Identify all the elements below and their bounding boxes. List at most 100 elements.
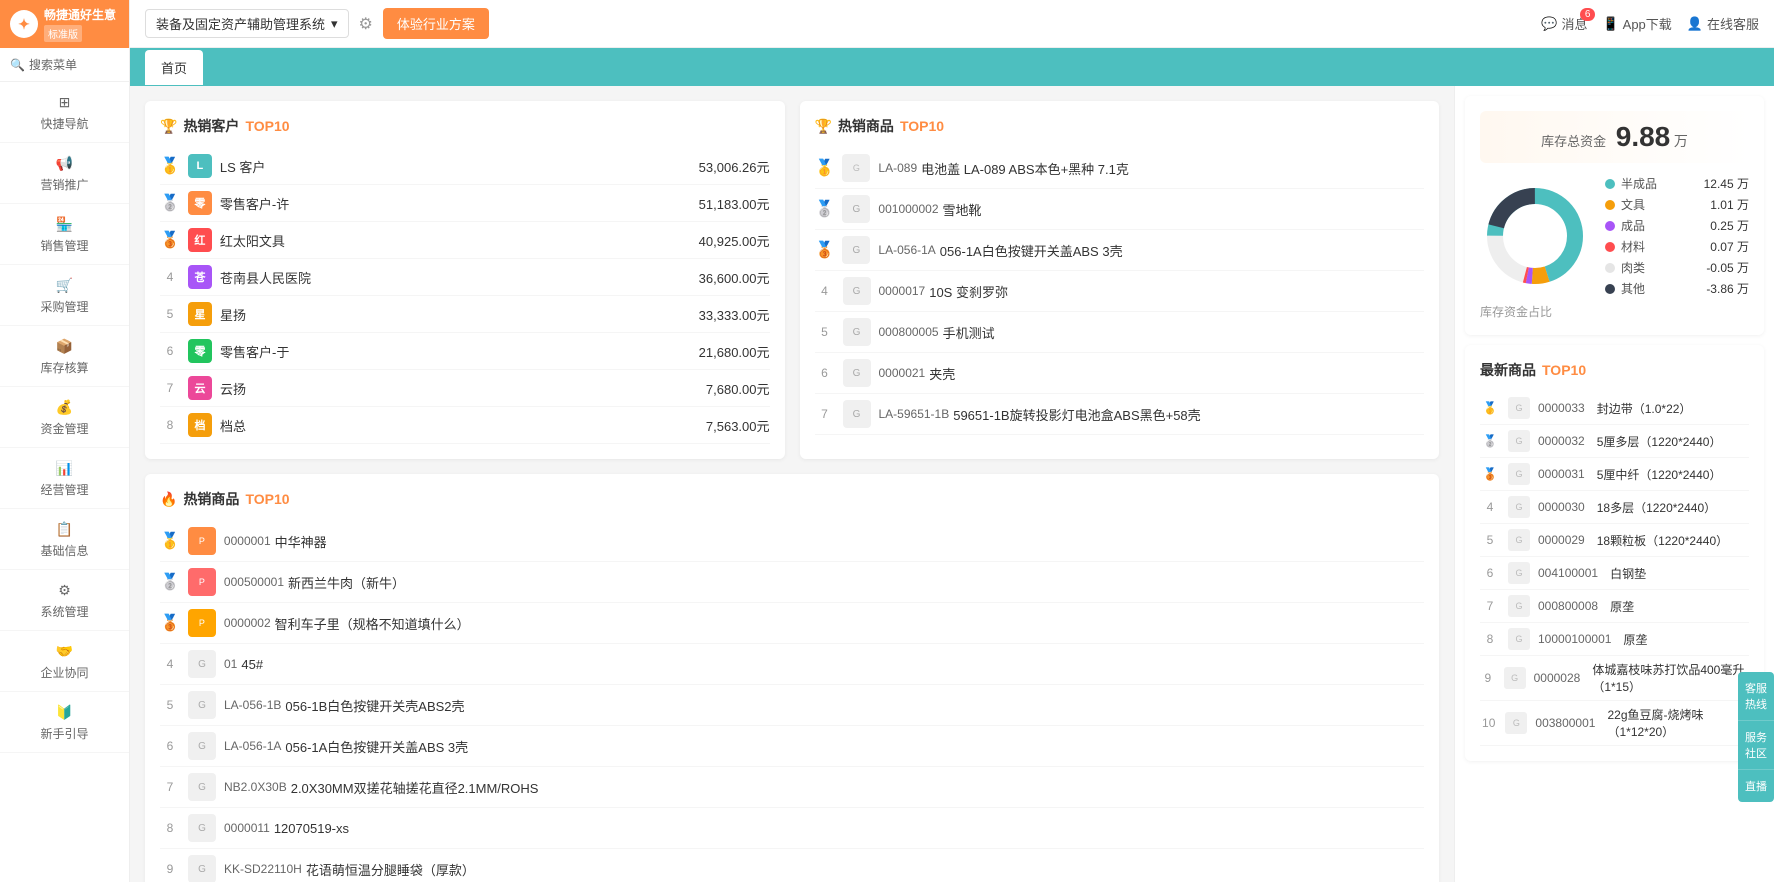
sidebar: ✦ 畅捷通好生意 标准版 🔍 搜索菜单 ⊞ 快捷导航 📢 营销推广 🏪 销售管理… — [0, 0, 130, 882]
sidebar-item-label: 快捷导航 — [40, 115, 88, 132]
rank-medal-1: 🥇 — [160, 156, 180, 176]
product-img: G — [843, 400, 871, 428]
product-name: 新西兰牛肉（新牛） — [288, 573, 405, 592]
sidebar-search[interactable]: 🔍 搜索菜单 — [0, 48, 129, 82]
product-name: 中华神器 — [275, 532, 327, 551]
product-img: G — [188, 691, 216, 719]
customer-service-btn[interactable]: 👤 在线客服 — [1687, 14, 1759, 33]
product-img: G — [188, 855, 216, 882]
tab-home-label: 首页 — [161, 61, 187, 76]
trial-btn[interactable]: 体验行业方案 — [383, 8, 489, 39]
float-btn-service[interactable]: 客服热线 — [1738, 672, 1774, 721]
logo-badge: 标准版 — [44, 25, 82, 42]
legend-value: 0.25 万 — [1710, 217, 1749, 234]
product-name: 电池盖 LA-089 ABS本色+黑种 7.1克 — [921, 159, 1129, 178]
rank-medal: 🥇 — [160, 531, 180, 551]
float-buttons: 客服热线 服务社区 直播 — [1738, 672, 1774, 802]
sidebar-item-sales[interactable]: 🏪 销售管理 — [0, 204, 129, 265]
tab-home[interactable]: 首页 — [145, 50, 203, 85]
sidebar-item-purchase[interactable]: 🛒 采购管理 — [0, 265, 129, 326]
rank-num: 6 — [160, 739, 180, 753]
rank-medal: 🥈 — [160, 572, 180, 592]
rank-num: 4 — [160, 657, 180, 671]
sidebar-item-marketing[interactable]: 📢 营销推广 — [0, 143, 129, 204]
customer-amount: 33,333.00元 — [699, 305, 770, 324]
sidebar-item-basic[interactable]: 📋 基础信息 — [0, 509, 129, 570]
float-btn-community[interactable]: 服务社区 — [1738, 721, 1774, 770]
product-code: 01 — [224, 657, 237, 671]
system-select[interactable]: 装备及固定资产辅助管理系统 ▾ — [145, 9, 349, 38]
product-info: 0000021 夹壳 — [879, 364, 1425, 383]
newest-img: G — [1508, 496, 1530, 518]
sidebar-logo: ✦ 畅捷通好生意 标准版 — [0, 0, 129, 48]
customer-avatar: 星 — [188, 302, 212, 326]
newest-name: 18颗粒板（1220*2440） — [1597, 532, 1728, 549]
newest-rank: 8 — [1480, 632, 1500, 646]
product-name: 12070519-xs — [274, 821, 349, 836]
newest-list: 🥇 G 0000033 封边带（1.0*22） 🥈 G 0000032 5厘多层… — [1480, 392, 1749, 746]
product-name: 10S 变刹罗弥 — [929, 282, 1008, 301]
legend-item: 文具 1.01 万 — [1605, 196, 1749, 213]
sidebar-item-label: 经营管理 — [40, 481, 88, 498]
legend-dot — [1605, 221, 1615, 231]
legend-dot — [1605, 284, 1615, 294]
newest-rank: 🥈 — [1480, 434, 1500, 448]
sales-icon: 🏪 — [55, 214, 75, 234]
customer-row: 4 苍 苍南县人民医院 36,600.00元 — [160, 259, 770, 296]
customer-name: 云扬 — [220, 379, 698, 398]
sidebar-item-operation[interactable]: 📊 经营管理 — [0, 448, 129, 509]
logo-icon: ✦ — [10, 10, 38, 38]
newest-name: 原垄 — [1623, 631, 1647, 648]
product-info: 0000002 智利车子里（规格不知道填什么） — [224, 614, 1424, 633]
customer-amount: 51,183.00元 — [699, 194, 770, 213]
newest-row: 🥉 G 0000031 5厘中纤（1220*2440） — [1480, 458, 1749, 491]
hot-title-text: 热销商品 — [183, 489, 239, 509]
sidebar-item-quick-nav[interactable]: ⊞ 快捷导航 — [0, 82, 129, 143]
customer-name: 苍南县人民医院 — [220, 268, 691, 287]
rank-num: 5 — [160, 307, 180, 321]
inventory-total-value: 9.88 — [1616, 121, 1671, 152]
product-row: 5 G 000800005 手机测试 — [815, 312, 1425, 353]
product-name: 智利车子里（规格不知道填什么） — [275, 614, 470, 633]
main-panel: 🏆 热销客户 TOP10 🥇 L LS 客户 53,006.26元 — [130, 86, 1454, 882]
float-btn-live[interactable]: 直播 — [1738, 770, 1774, 802]
product-row: 7 G LA-59651-1B 59651-1B旋转投影灯电池盒ABS黑色+58… — [815, 394, 1425, 435]
product-img: G — [188, 650, 216, 678]
app-download-btn[interactable]: 📱 App下载 — [1602, 14, 1671, 33]
sidebar-item-cooperation[interactable]: 🤝 企业协同 — [0, 631, 129, 692]
rank-num: 5 — [815, 325, 835, 339]
customer-avatar: L — [188, 154, 212, 178]
sidebar-item-label: 销售管理 — [40, 237, 88, 254]
product-info: 001000002 雪地靴 — [878, 200, 1424, 219]
product-row: 🥉 G LA-056-1A 056-1A白色按键开关盖ABS 3壳 — [815, 230, 1425, 271]
sidebar-item-guide[interactable]: 🔰 新手引导 — [0, 692, 129, 753]
newest-rank: 6 — [1480, 566, 1500, 580]
product-info: LA-089 电池盖 LA-089 ABS本色+黑种 7.1克 — [878, 159, 1424, 178]
donut-svg — [1480, 181, 1590, 291]
product-row: 5 G LA-056-1B 056-1B白色按键开关壳ABS2壳 — [160, 685, 1424, 726]
product-info: 01 45# — [224, 657, 1424, 672]
chevron-down-icon: ▾ — [331, 16, 338, 32]
message-btn[interactable]: 💬 消息 6 — [1541, 14, 1587, 33]
product-ranked-title: 🏆 热销商品 TOP10 — [815, 116, 1425, 136]
legend-name: 肉类 — [1621, 259, 1700, 276]
newest-rank: 4 — [1480, 500, 1500, 514]
newest-code: 003800001 — [1535, 716, 1595, 730]
sidebar-item-inventory[interactable]: 📦 库存核算 — [0, 326, 129, 387]
legend-name: 成品 — [1621, 217, 1704, 234]
product-code: LA-056-1A — [224, 739, 281, 753]
main-wrapper: 装备及固定资产辅助管理系统 ▾ ⚙ 体验行业方案 💬 消息 6 📱 App下载 … — [130, 0, 1774, 882]
settings-icon[interactable]: ⚙ — [359, 14, 373, 34]
product-code: 0000011 — [224, 821, 270, 835]
cooperation-icon: 🤝 — [55, 641, 75, 661]
customer-amount: 7,680.00元 — [706, 379, 770, 398]
newest-img: G — [1508, 529, 1530, 551]
sidebar-item-finance[interactable]: 💰 资金管理 — [0, 387, 129, 448]
product-code: 0000002 — [224, 616, 271, 630]
product-code: KK-SD22110H — [224, 862, 302, 876]
sidebar-item-system[interactable]: ⚙ 系统管理 — [0, 570, 129, 631]
product-name: 手机测试 — [943, 323, 995, 342]
customer-row: 5 星 星扬 33,333.00元 — [160, 296, 770, 333]
inventory-icon: 📦 — [55, 336, 75, 356]
legend-item: 成品 0.25 万 — [1605, 217, 1749, 234]
